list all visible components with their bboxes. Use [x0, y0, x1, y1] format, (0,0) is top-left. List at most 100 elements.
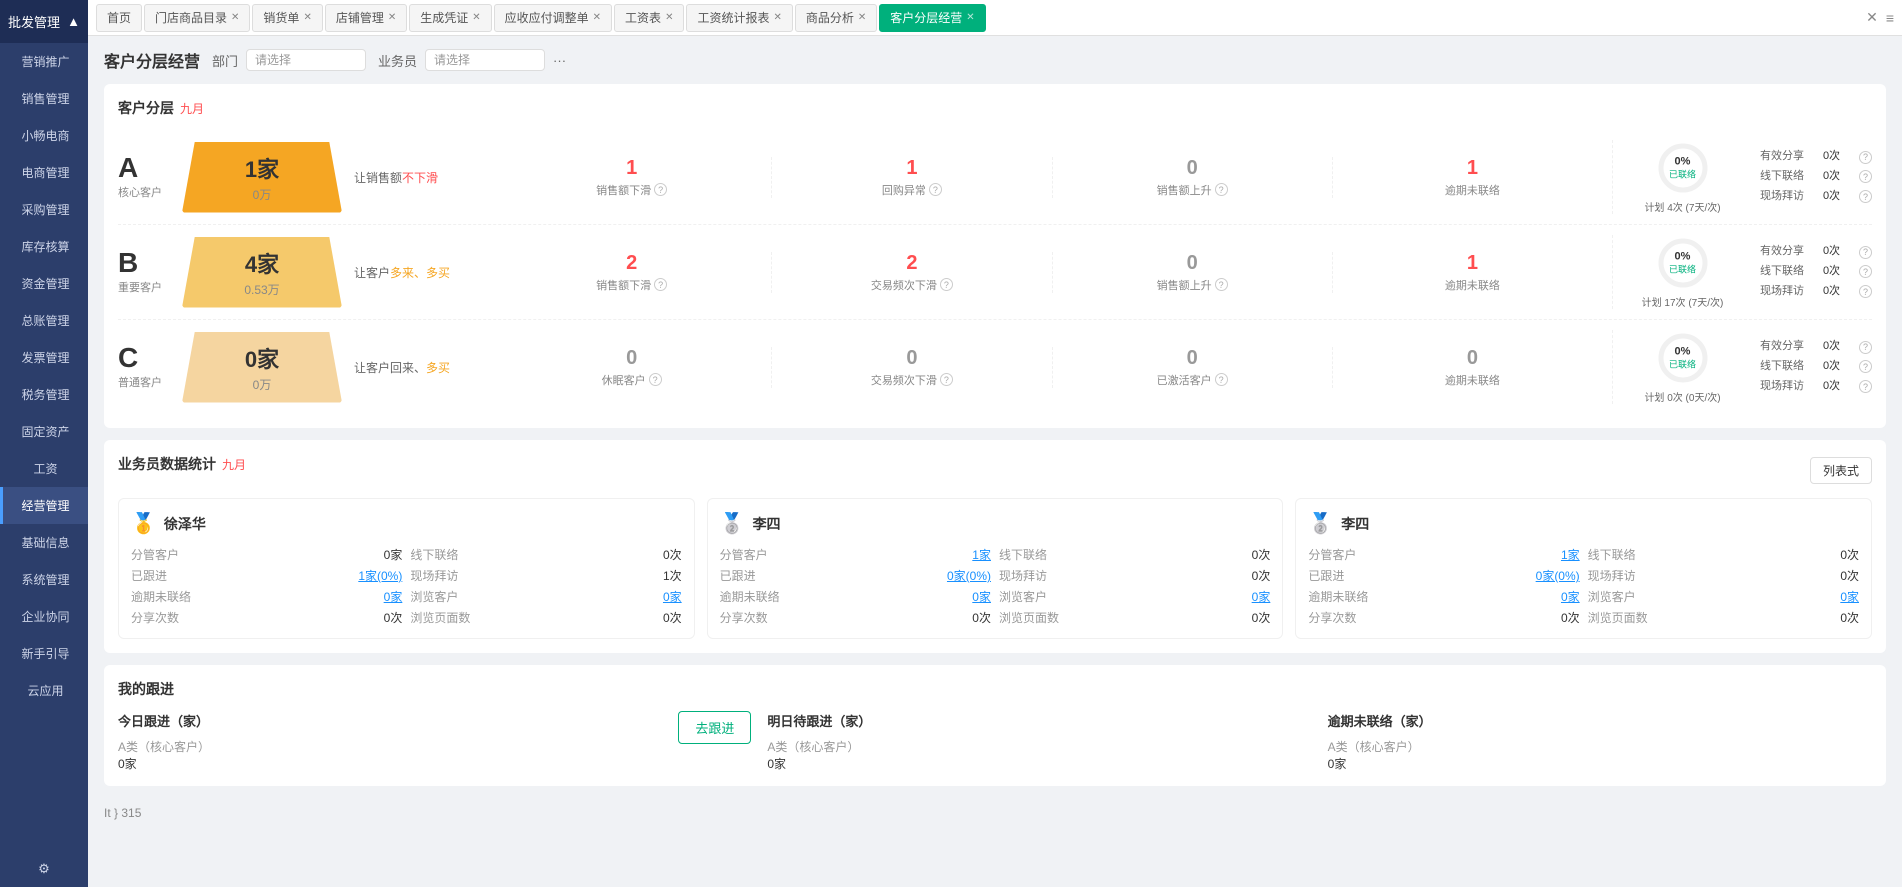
sidebar-item-cloud[interactable]: 云应用 — [0, 672, 88, 709]
followup-button[interactable]: 去跟进 — [678, 711, 751, 744]
sidebar-item-inventory[interactable]: 库存核算 — [0, 228, 88, 265]
followup-action: 去跟进 — [678, 711, 751, 744]
sidebar-item-cooperation[interactable]: 企业协同 — [0, 598, 88, 635]
staff-header-1: 🥈 李四 — [720, 511, 1271, 536]
close-icon[interactable]: ✕ — [773, 12, 781, 23]
close-icon[interactable]: ✕ — [858, 12, 866, 23]
info-icon[interactable]: ? — [940, 278, 953, 291]
info-icon[interactable]: ? — [940, 373, 953, 386]
close-icon[interactable]: ✕ — [303, 12, 311, 23]
sidebar-settings[interactable]: ⚙ — [0, 851, 88, 887]
staff-section: 业务员数据统计 九月 列表式 🥇 徐泽华 分管客户 0家 — [104, 440, 1886, 653]
staff-rank-icon-1: 🥈 — [720, 511, 745, 536]
sidebar-item-sales[interactable]: 销售管理 — [0, 80, 88, 117]
metric-repurchase-a[interactable]: 1 回购异常 ? — [772, 157, 1052, 198]
info-icon[interactable]: ? — [1215, 278, 1228, 291]
staff-filter: 业务员 请选择 ··· — [378, 49, 566, 71]
staff-section-title: 业务员数据统计 九月 — [118, 454, 246, 474]
info-icon[interactable]: ? — [1859, 380, 1872, 393]
dept-select[interactable]: 请选择 — [246, 49, 366, 71]
info-icon[interactable]: ? — [929, 183, 942, 196]
tab-ar-ap[interactable]: 应收应付调整单 ✕ — [494, 4, 612, 32]
tab-store-manage[interactable]: 店铺管理 ✕ — [325, 4, 407, 32]
sidebar-item-system[interactable]: 系统管理 — [0, 561, 88, 598]
tier-shape-a[interactable]: 1家 0万 — [182, 142, 342, 213]
info-icon[interactable]: ? — [1859, 246, 1872, 259]
sidebar-item-invoice[interactable]: 发票管理 — [0, 339, 88, 376]
metric-activated-c[interactable]: 0 已激活客户 ? — [1053, 347, 1333, 388]
staff-select[interactable]: 请选择 — [425, 49, 545, 71]
tab-store-products[interactable]: 门店商品目录 ✕ — [144, 4, 250, 32]
metric-freq-drop-b[interactable]: 2 交易频次下滑 ? — [772, 252, 1052, 293]
sidebar-item-ecommerce-small[interactable]: 小畅电商 — [0, 117, 88, 154]
info-icon[interactable]: ? — [1215, 373, 1228, 386]
tab-payroll[interactable]: 工资表 ✕ — [614, 4, 684, 32]
info-icon[interactable]: ? — [1859, 151, 1872, 164]
close-window-icon[interactable]: ✕ — [1866, 9, 1878, 26]
sidebar-header[interactable]: 批发管理 ▲ — [0, 0, 88, 43]
close-icon[interactable]: ✕ — [966, 12, 974, 23]
sidebar-item-finance[interactable]: 资金管理 — [0, 265, 88, 302]
tier-metrics-b: 2 销售额下滑 ? 2 交易频次下滑 ? 0 — [492, 252, 1612, 293]
tab-customer-tier[interactable]: 客户分层经营 ✕ — [879, 4, 985, 32]
sidebar-item-purchase[interactable]: 采购管理 — [0, 191, 88, 228]
metric-overdue-a[interactable]: 1 逾期未联络 — [1333, 157, 1612, 198]
tier-slogan-a: 让销售额不下滑 — [354, 169, 484, 186]
info-icon[interactable]: ? — [1859, 341, 1872, 354]
metric-sales-rise-a[interactable]: 0 销售额上升 ? — [1053, 157, 1333, 198]
tab-voucher[interactable]: 生成凭证 ✕ — [409, 4, 491, 32]
info-icon[interactable]: ? — [1859, 190, 1872, 203]
sidebar-item-salary[interactable]: 工资 — [0, 450, 88, 487]
tier-shape-c[interactable]: 0家 0万 — [182, 332, 342, 403]
tab-sales-order[interactable]: 销货单 ✕ — [252, 4, 322, 32]
tab-bar-actions: ✕ ≡ — [1866, 9, 1894, 26]
more-icon[interactable]: ≡ — [1886, 10, 1894, 26]
stat-browse-page-0: 浏览页面数 0次 — [410, 609, 681, 626]
sidebar-item-ledger[interactable]: 总账管理 — [0, 302, 88, 339]
close-icon[interactable]: ✕ — [388, 12, 396, 23]
metric-dormant-c[interactable]: 0 休眠客户 ? — [492, 347, 772, 388]
bottom-text: It } 315 — [104, 798, 1886, 828]
staff-card-2: 🥈 李四 分管客户 1家 线下联络 0次 已跟进 — [1295, 498, 1872, 639]
staff-rank-icon-0: 🥇 — [131, 511, 156, 536]
info-icon[interactable]: ? — [1859, 360, 1872, 373]
tab-payroll-report[interactable]: 工资统计报表 ✕ — [686, 4, 792, 32]
info-icon[interactable]: ? — [1859, 170, 1872, 183]
list-view-button[interactable]: 列表式 — [1810, 457, 1872, 484]
metric-sales-rise-b[interactable]: 0 销售额上升 ? — [1053, 252, 1333, 293]
metric-freq-drop-c[interactable]: 0 交易频次下滑 ? — [772, 347, 1052, 388]
info-icon[interactable]: ? — [1215, 183, 1228, 196]
close-icon[interactable]: ✕ — [231, 12, 239, 23]
info-icon[interactable]: ? — [654, 183, 667, 196]
info-icon[interactable]: ? — [1859, 265, 1872, 278]
sidebar-item-ecommerce[interactable]: 电商管理 — [0, 154, 88, 191]
tier-shape-b[interactable]: 4家 0.53万 — [182, 237, 342, 308]
sidebar-item-management[interactable]: 经营管理 — [0, 487, 88, 524]
staff-header-2: 🥈 李四 — [1308, 511, 1859, 536]
info-icon[interactable]: ? — [649, 373, 662, 386]
info-icon[interactable]: ? — [1859, 285, 1872, 298]
stat-followed-0: 已跟进 1家(0%) — [131, 567, 402, 584]
sidebar-item-basic-info[interactable]: 基础信息 — [0, 524, 88, 561]
info-icon[interactable]: ? — [654, 278, 667, 291]
stat-visit-0: 现场拜访 1次 — [410, 567, 681, 584]
close-icon[interactable]: ✕ — [472, 12, 480, 23]
tab-product-analysis[interactable]: 商品分析 ✕ — [795, 4, 877, 32]
sidebar-item-assets[interactable]: 固定资产 — [0, 413, 88, 450]
metric-sales-drop-a[interactable]: 1 销售额下滑 ? — [492, 157, 772, 198]
sidebar-item-tax[interactable]: 税务管理 — [0, 376, 88, 413]
more-filters-icon[interactable]: ··· — [553, 53, 566, 68]
tier-row-b: B 重要客户 4家 0.53万 让客户多来、多买 2 销售额 — [118, 225, 1872, 320]
staff-name-0: 徐泽华 — [164, 514, 206, 534]
metric-overdue-c[interactable]: 0 逾期未联络 — [1333, 347, 1612, 388]
metric-sales-drop-b[interactable]: 2 销售额下滑 ? — [492, 252, 772, 293]
sidebar-item-guide[interactable]: 新手引导 — [0, 635, 88, 672]
sidebar-collapse-icon[interactable]: ▲ — [67, 14, 80, 29]
close-icon[interactable]: ✕ — [593, 12, 601, 23]
metric-overdue-b[interactable]: 1 逾期未联络 — [1333, 252, 1612, 293]
followup-grid: 今日跟进（家） A类（核心客户） 0家 去跟进 明日待跟进（家） A类（核心客户… — [118, 711, 1872, 772]
close-icon[interactable]: ✕ — [665, 12, 673, 23]
staff-stats-2: 分管客户 1家 线下联络 0次 已跟进 0家(0%) 现场拜访 — [1308, 546, 1859, 626]
sidebar-item-marketing[interactable]: 营销推广 — [0, 43, 88, 80]
tab-home[interactable]: 首页 — [96, 4, 142, 32]
